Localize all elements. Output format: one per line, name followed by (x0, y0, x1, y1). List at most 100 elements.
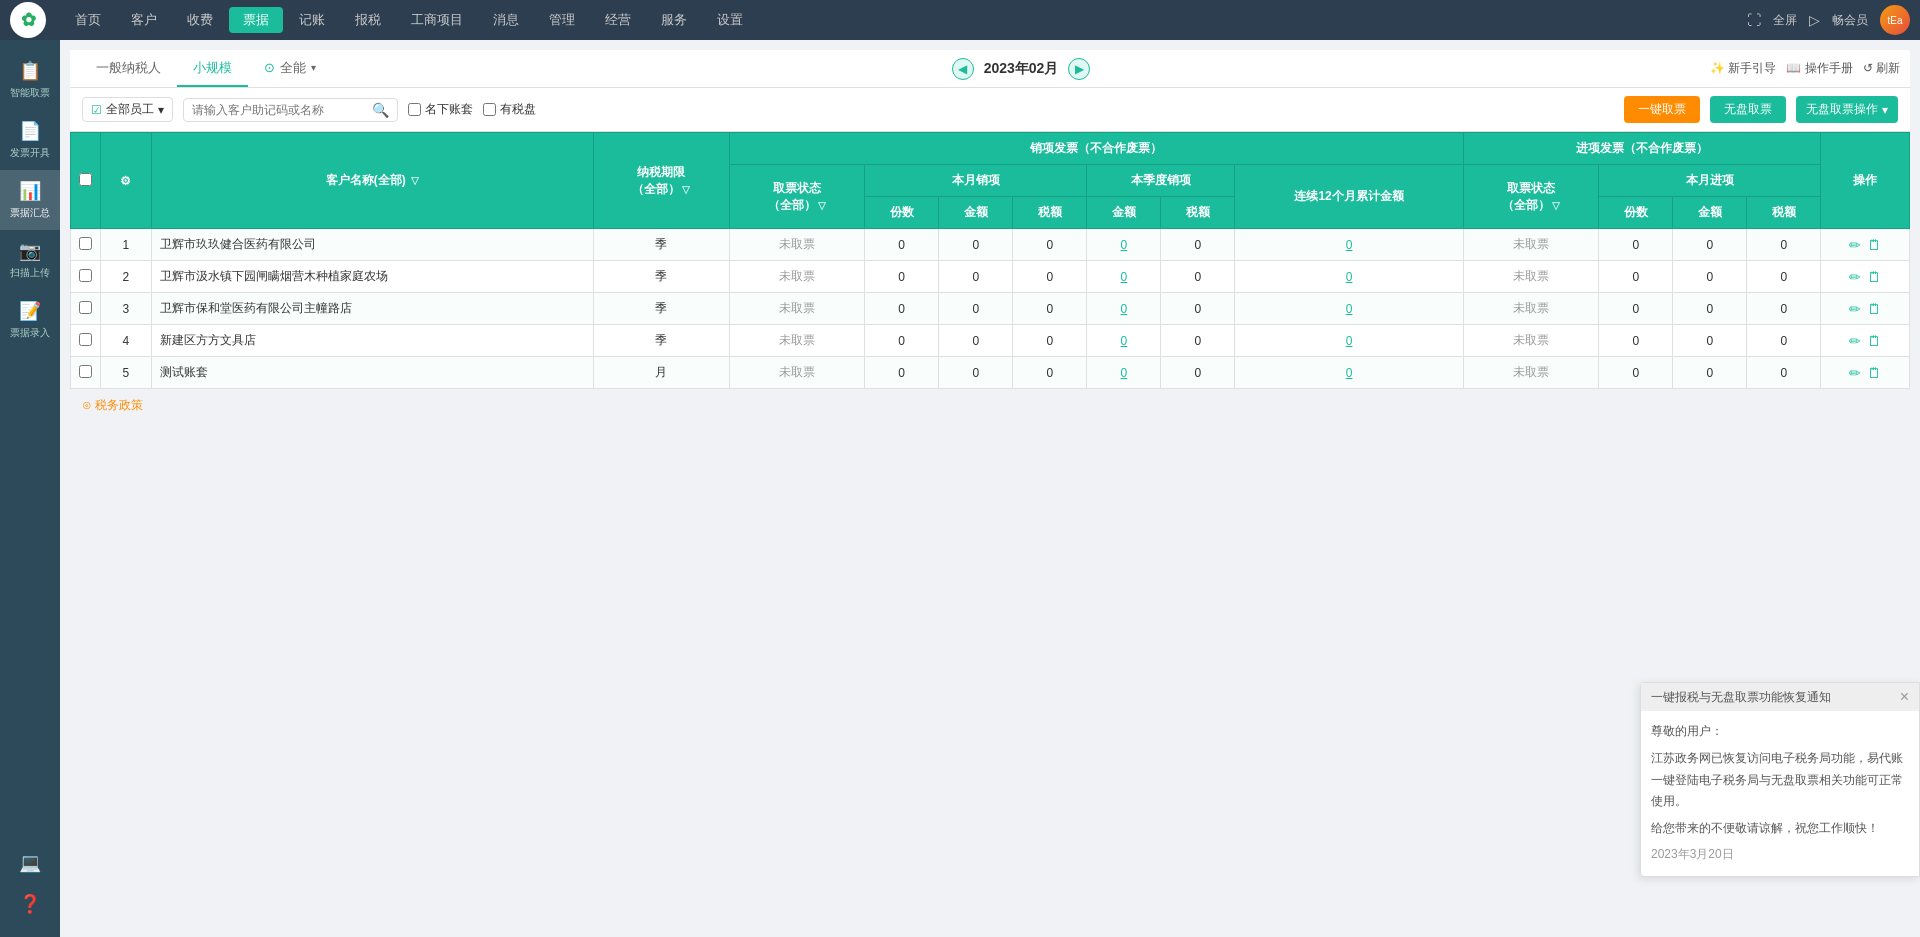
diskless-ticket-operation-button[interactable]: 无盘取票操作 ▾ (1796, 96, 1898, 123)
fullscreen-label[interactable]: 全屏 (1773, 12, 1797, 29)
edit-icon[interactable]: ✏ (1849, 269, 1861, 285)
refresh-button[interactable]: ↺ 刷新 (1863, 60, 1900, 77)
edit-icon[interactable]: ✏ (1849, 365, 1861, 381)
row-year-amount-cell[interactable]: 0 (1235, 261, 1463, 293)
member-label[interactable]: 畅会员 (1832, 12, 1868, 29)
date-prev-button[interactable]: ◀ (952, 58, 974, 80)
nav-operation[interactable]: 经营 (591, 7, 645, 33)
row-tax-period-cell: 月 (594, 357, 729, 389)
row-client-name-cell: 卫辉市保和堂医药有限公司主幢路店 (151, 293, 594, 325)
search-button[interactable]: 🔍 (372, 102, 389, 118)
row-incoming-month-count-cell: 0 (1599, 261, 1673, 293)
nav-settings[interactable]: 设置 (703, 7, 757, 33)
row-sales-month-amount-cell: 0 (939, 325, 1013, 357)
nav-invoice[interactable]: 票据 (229, 7, 283, 33)
nav-message[interactable]: 消息 (479, 7, 533, 33)
one-click-ticket-button[interactable]: 一键取票 (1624, 96, 1700, 123)
row-checkbox-cell (71, 229, 101, 261)
row-incoming-status-cell: 未取票 (1463, 261, 1598, 293)
row-year-amount-cell[interactable]: 0 (1235, 357, 1463, 389)
my-accounts-checkbox[interactable] (408, 103, 421, 116)
row-checkbox-3[interactable] (79, 333, 92, 346)
table-row: 1 卫辉市玖玖健合医药有限公司 季 未取票 0 0 0 0 0 0 未取票 0 … (71, 229, 1910, 261)
row-actions-cell: ✏ 🗒 (1821, 293, 1910, 325)
table-row: 2 卫辉市汲水镇下园闸瞒烟营木种植家庭农场 季 未取票 0 0 0 0 0 0 … (71, 261, 1910, 293)
my-accounts-checkbox-label[interactable]: 名下账套 (408, 101, 473, 118)
row-actions-cell: ✏ 🗒 (1821, 261, 1910, 293)
manual-button[interactable]: 📖 操作手册 (1786, 60, 1852, 77)
new-guide-button[interactable]: ✨ 新手引导 (1710, 60, 1776, 77)
row-year-amount-cell[interactable]: 0 (1235, 293, 1463, 325)
sidebar-help-icon[interactable]: ❓ (12, 886, 48, 922)
nav-bookkeeping[interactable]: 记账 (285, 7, 339, 33)
tax-disk-checkbox-label[interactable]: 有税盘 (483, 101, 536, 118)
sidebar-item-invoice-summary[interactable]: 📊 票据汇总 (0, 170, 60, 230)
row-num-cell: 2 (101, 261, 152, 293)
employee-select[interactable]: ☑ 全部员工 ▾ (82, 97, 173, 122)
top-navigation: ✿ 首页 客户 收费 票据 记账 报税 工商项目 消息 管理 经营 服务 设置 … (0, 0, 1920, 40)
row-checkbox-2[interactable] (79, 301, 92, 314)
date-next-button[interactable]: ▶ (1068, 58, 1090, 80)
row-tax-period-cell: 季 (594, 325, 729, 357)
row-client-name-cell: 新建区方方文具店 (151, 325, 594, 357)
view-icon[interactable]: 🗒 (1867, 269, 1881, 285)
row-checkbox-0[interactable] (79, 237, 92, 250)
th-month-incoming: 本月进项 (1599, 165, 1821, 197)
th-sales-month-amount: 金额 (939, 197, 1013, 229)
edit-icon[interactable]: ✏ (1849, 333, 1861, 349)
view-icon[interactable]: 🗒 (1867, 237, 1881, 253)
row-year-amount-cell[interactable]: 0 (1235, 325, 1463, 357)
row-sales-quarter-amount-cell[interactable]: 0 (1087, 357, 1161, 389)
tab-general-taxpayer[interactable]: 一般纳税人 (80, 51, 177, 87)
row-sales-quarter-tax-cell: 0 (1161, 261, 1235, 293)
view-icon[interactable]: 🗒 (1867, 301, 1881, 317)
sidebar-item-invoice-entry[interactable]: 📝 票据录入 (0, 290, 60, 350)
nav-service[interactable]: 服务 (647, 7, 701, 33)
row-sales-quarter-amount-cell[interactable]: 0 (1087, 261, 1161, 293)
row-checkbox-1[interactable] (79, 269, 92, 282)
date-label: 2023年02月 (984, 60, 1059, 78)
th-year-sales: 连续12个月累计金额 (1235, 165, 1463, 229)
select-all-checkbox[interactable] (79, 173, 92, 186)
fullscreen-icon[interactable]: ⛶ (1747, 12, 1761, 28)
invoice-entry-icon: 📝 (19, 300, 41, 322)
tab-small-scale[interactable]: 小规模 (177, 51, 248, 87)
view-icon[interactable]: 🗒 (1867, 365, 1881, 381)
table-row: 5 测试账套 月 未取票 0 0 0 0 0 0 未取票 0 0 0 ✏ 🗒 (71, 357, 1910, 389)
nav-manage[interactable]: 管理 (535, 7, 589, 33)
nav-fees[interactable]: 收费 (173, 7, 227, 33)
sidebar-item-scan-upload[interactable]: 📷 扫描上传 (0, 230, 60, 290)
diskless-ticket-button[interactable]: 无盘取票 (1710, 96, 1786, 123)
row-incoming-status-cell: 未取票 (1463, 357, 1598, 389)
tax-policy-link[interactable]: ⊙ 税务政策 (70, 389, 1910, 422)
nav-customer[interactable]: 客户 (117, 7, 171, 33)
sidebar-item-invoice-open[interactable]: 📄 发票开具 (0, 110, 60, 170)
view-icon[interactable]: 🗒 (1867, 333, 1881, 349)
nav-tax[interactable]: 报税 (341, 7, 395, 33)
employee-select-chevron-icon: ▾ (158, 103, 164, 117)
sidebar-item-label: 智能取票 (10, 86, 50, 100)
th-sales-month-count: 份数 (865, 197, 939, 229)
nav-home[interactable]: 首页 (61, 7, 115, 33)
edit-icon[interactable]: ✏ (1849, 301, 1861, 317)
member-icon[interactable]: ▷ (1809, 12, 1820, 28)
th-quarter-sales: 本季度销项 (1087, 165, 1235, 197)
tax-disk-checkbox[interactable] (483, 103, 496, 116)
row-sales-quarter-tax-cell: 0 (1161, 229, 1235, 261)
notification-close-button[interactable]: × (1900, 688, 1909, 706)
row-sales-quarter-amount-cell[interactable]: 0 (1087, 325, 1161, 357)
row-sales-quarter-amount-cell[interactable]: 0 (1087, 229, 1161, 261)
avatar[interactable]: tEa (1880, 5, 1910, 35)
sidebar-item-label: 扫描上传 (10, 266, 50, 280)
sidebar-item-smart-ticket[interactable]: 📋 智能取票 (0, 50, 60, 110)
row-sales-status-cell: 未取票 (729, 293, 864, 325)
tab-omnipotent[interactable]: ⊙ 全能 ▾ (248, 51, 332, 87)
edit-icon[interactable]: ✏ (1849, 237, 1861, 253)
row-incoming-month-tax-cell: 0 (1747, 229, 1821, 261)
search-input[interactable] (192, 103, 372, 117)
row-checkbox-4[interactable] (79, 365, 92, 378)
row-sales-quarter-amount-cell[interactable]: 0 (1087, 293, 1161, 325)
row-year-amount-cell[interactable]: 0 (1235, 229, 1463, 261)
nav-business[interactable]: 工商项目 (397, 7, 477, 33)
sidebar-monitor-icon[interactable]: 💻 (12, 845, 48, 881)
